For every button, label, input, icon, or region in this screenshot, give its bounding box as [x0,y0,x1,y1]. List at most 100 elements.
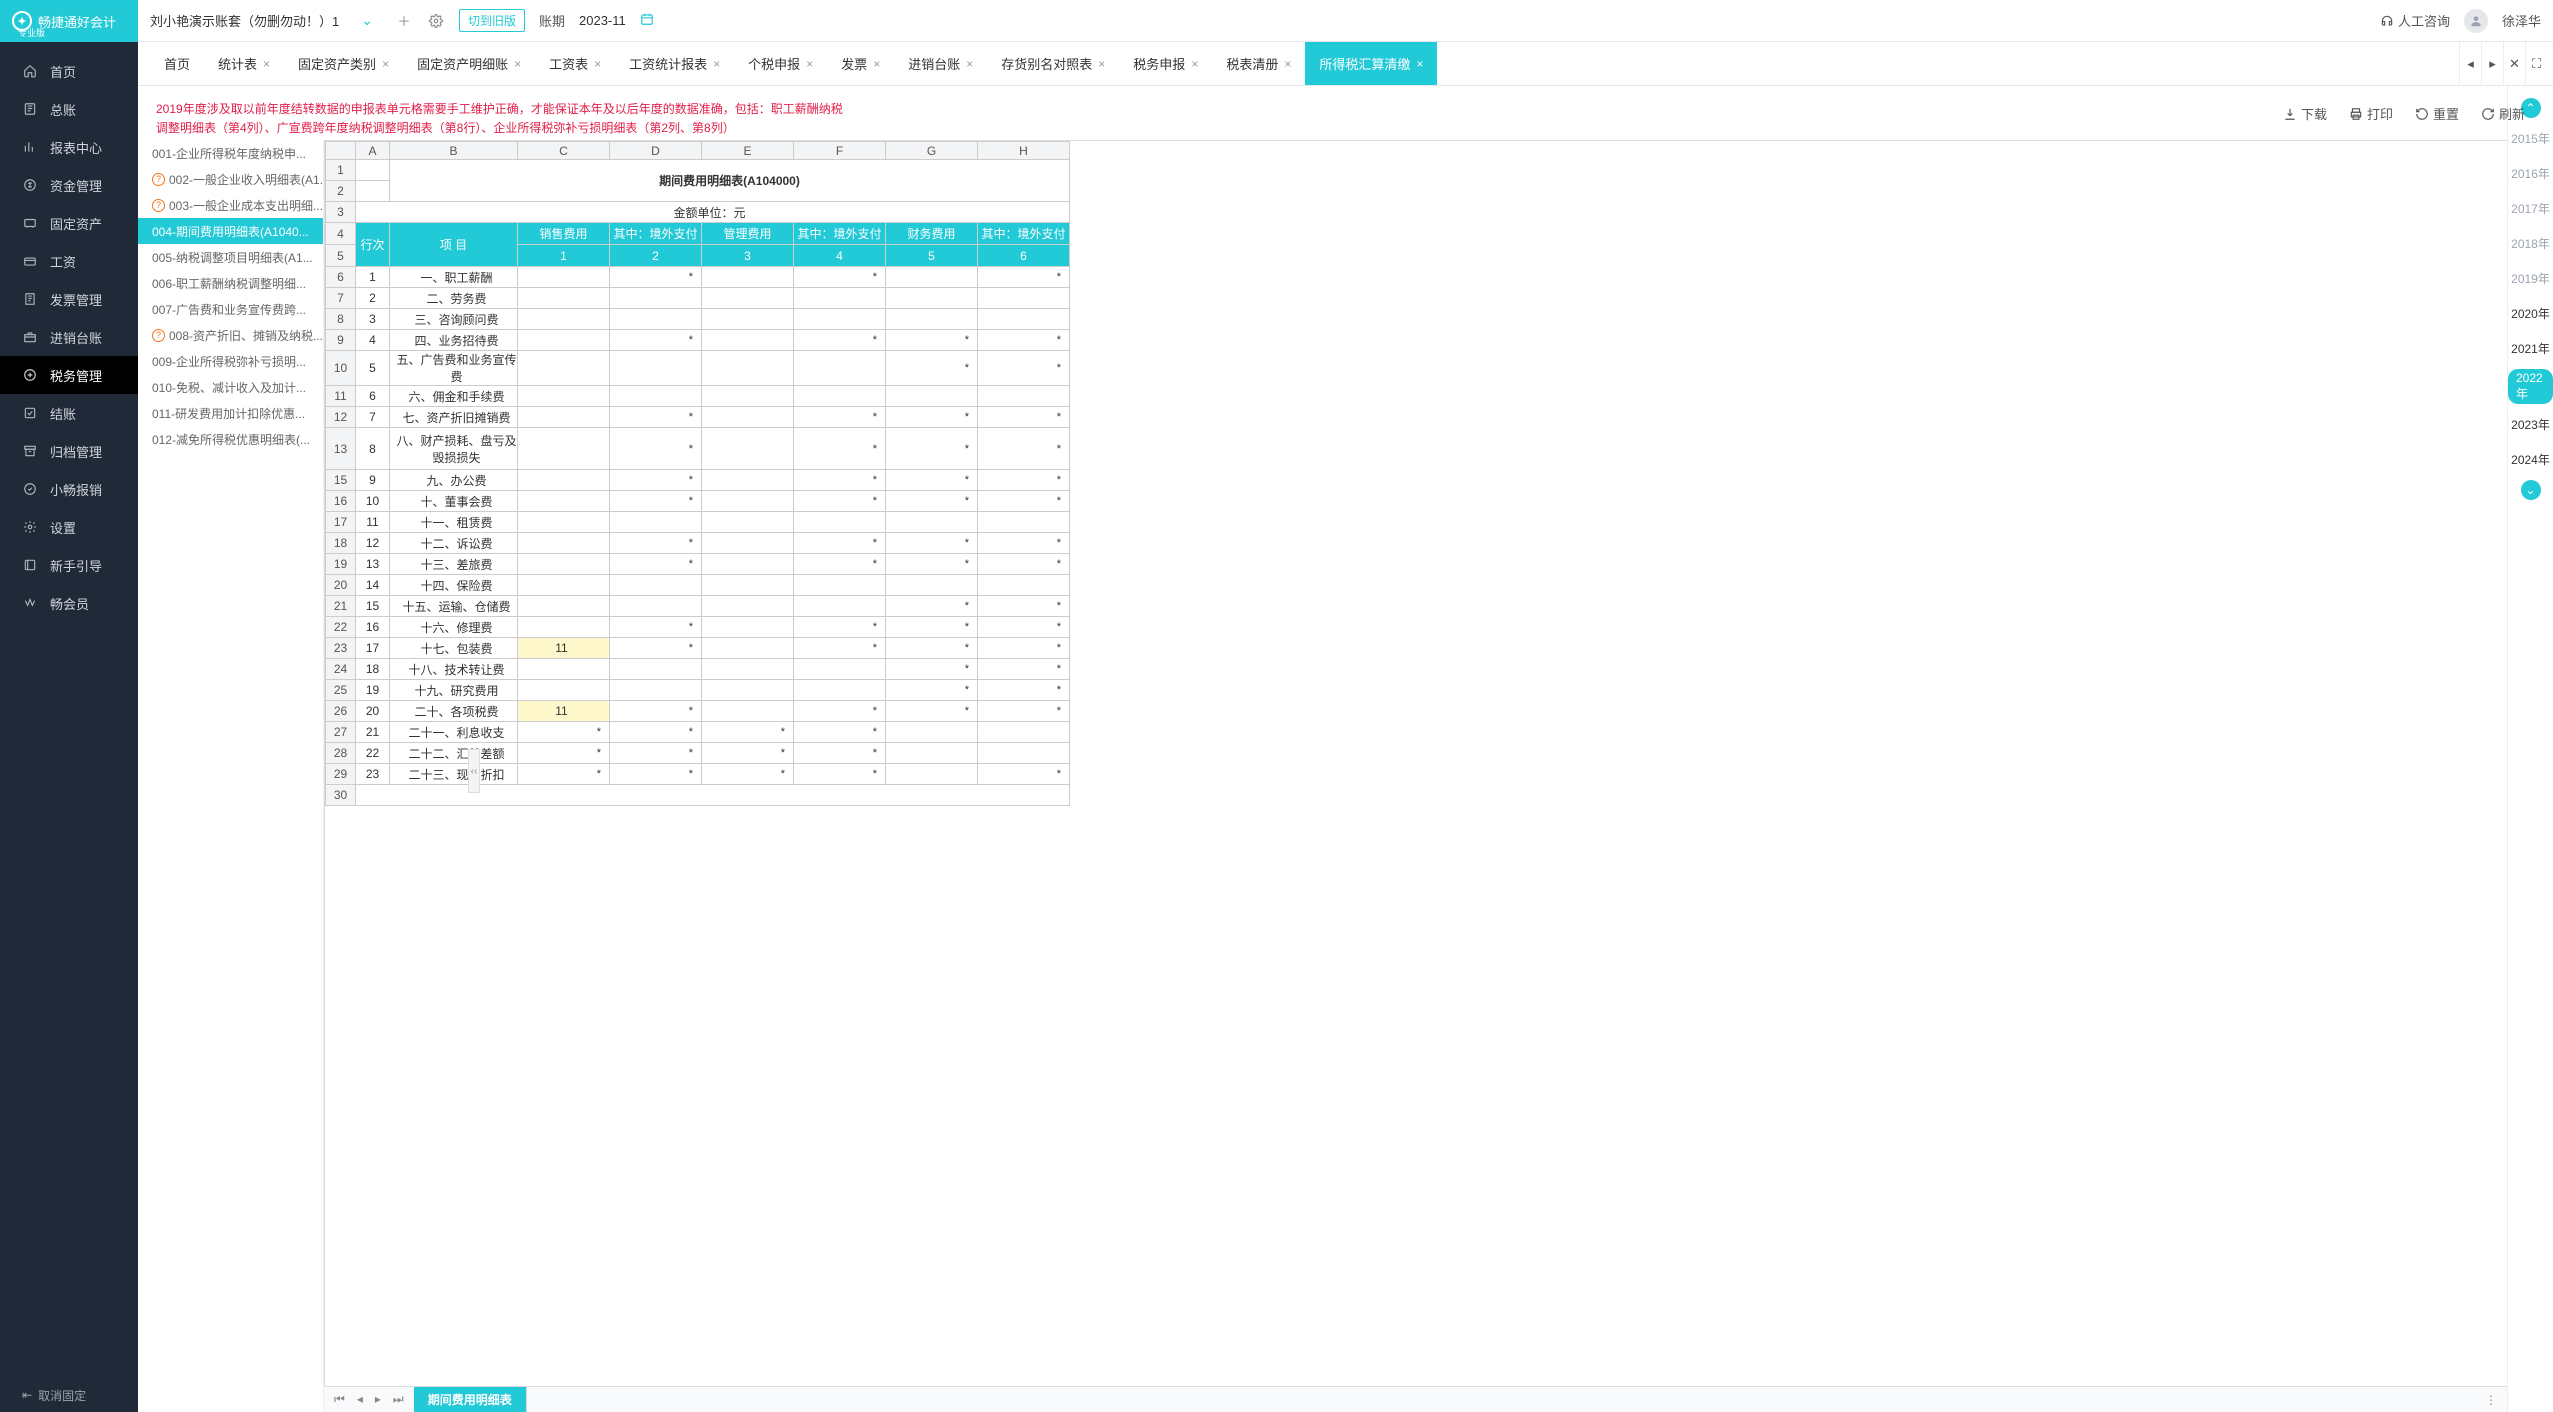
sheet-prev-icon[interactable]: ◂ [353,1392,367,1407]
data-cell[interactable]: 11 [518,701,610,722]
data-cell[interactable] [886,470,978,491]
data-cell[interactable] [978,428,1070,470]
form-list-item[interactable]: 007-广告费和业务宣传费跨... [138,296,323,322]
tab-close-icon[interactable]: ✕ [2503,42,2525,85]
form-list-item[interactable]: ?002-一般企业收入明细表(A1... [138,166,323,192]
data-cell[interactable] [794,330,886,351]
form-list-item[interactable]: ?003-一般企业成本支出明细... [138,192,323,218]
data-cell[interactable] [702,428,794,470]
data-cell[interactable] [518,470,610,491]
data-cell[interactable] [518,596,610,617]
data-cell[interactable] [518,407,610,428]
data-cell[interactable] [702,330,794,351]
data-cell[interactable] [518,428,610,470]
year-item[interactable]: 2018年 [2511,229,2550,258]
year-item[interactable]: 2019年 [2511,264,2550,293]
sheet-last-icon[interactable]: ⏭ [389,1392,408,1407]
data-cell[interactable] [794,701,886,722]
account-selector[interactable]: 刘小艳演示账套（勿删勿动！）1 [150,11,339,30]
data-cell[interactable] [978,470,1070,491]
year-item[interactable]: 2017年 [2511,194,2550,223]
data-cell[interactable] [794,533,886,554]
data-cell[interactable] [702,659,794,680]
data-cell[interactable] [886,680,978,701]
data-cell[interactable] [978,617,1070,638]
gear-icon[interactable] [427,12,445,30]
data-cell[interactable] [518,309,610,330]
data-cell[interactable] [886,533,978,554]
data-cell[interactable] [518,722,610,743]
data-cell[interactable] [978,680,1070,701]
data-cell[interactable] [978,575,1070,596]
data-cell[interactable] [610,330,702,351]
form-list-item[interactable]: 011-研发费用加计扣除优惠... [138,400,323,426]
data-cell[interactable] [978,722,1070,743]
nav-item-report[interactable]: 报表中心 [0,128,138,166]
data-cell[interactable] [610,617,702,638]
data-cell[interactable] [610,701,702,722]
tab[interactable]: 税务申报× [1119,42,1212,85]
nav-item-archive[interactable]: 归档管理 [0,432,138,470]
data-cell[interactable] [518,659,610,680]
nav-item-invoice[interactable]: 发票管理 [0,280,138,318]
data-cell[interactable] [610,659,702,680]
user-name[interactable]: 徐泽华 [2502,11,2541,30]
data-cell[interactable] [886,351,978,386]
data-cell[interactable] [518,386,610,407]
collapse-handle[interactable]: ‹‹ [468,749,480,793]
nav-item-reimburse[interactable]: 小畅报销 [0,470,138,508]
data-cell[interactable] [610,407,702,428]
data-cell[interactable] [702,722,794,743]
data-cell[interactable]: 11 [518,638,610,659]
data-cell[interactable] [794,267,886,288]
sheet-more-icon[interactable]: ⋮ [2485,1393,2507,1407]
data-cell[interactable] [518,288,610,309]
data-cell[interactable] [610,680,702,701]
nav-item-vip[interactable]: 畅会员 [0,584,138,622]
data-cell[interactable] [702,743,794,764]
data-cell[interactable] [610,764,702,785]
tab[interactable]: 工资统计报表× [615,42,734,85]
nav-item-settings[interactable]: 设置 [0,508,138,546]
tab-close-x[interactable]: × [1416,57,1423,71]
data-cell[interactable] [794,575,886,596]
year-item[interactable]: 2021年 [2511,334,2550,363]
data-cell[interactable] [886,575,978,596]
data-cell[interactable] [702,309,794,330]
data-cell[interactable] [978,309,1070,330]
data-cell[interactable] [978,533,1070,554]
tab-close-x[interactable]: × [514,57,521,71]
data-cell[interactable] [886,386,978,407]
form-list-item[interactable]: 009-企业所得税弥补亏损明... [138,348,323,374]
data-cell[interactable] [518,351,610,386]
tab[interactable]: 税表清册× [1212,42,1305,85]
data-cell[interactable] [702,512,794,533]
tab[interactable]: 存货别名对照表× [987,42,1119,85]
data-cell[interactable] [610,596,702,617]
data-cell[interactable] [978,288,1070,309]
tab-close-x[interactable]: × [873,57,880,71]
tab-close-x[interactable]: × [594,57,601,71]
data-cell[interactable] [518,743,610,764]
sheet-tab-active[interactable]: 期间费用明细表 [414,1387,527,1412]
col-header[interactable]: C [518,142,610,160]
tab-close-x[interactable]: × [263,57,270,71]
data-cell[interactable] [978,491,1070,512]
tab[interactable]: 发票× [827,42,894,85]
data-cell[interactable] [794,309,886,330]
data-cell[interactable] [518,554,610,575]
data-cell[interactable] [886,491,978,512]
account-dropdown-icon[interactable]: ⌄ [353,12,381,29]
data-cell[interactable] [518,764,610,785]
data-cell[interactable] [978,659,1070,680]
data-cell[interactable] [610,351,702,386]
data-cell[interactable] [886,407,978,428]
data-cell[interactable] [702,288,794,309]
data-cell[interactable] [886,764,978,785]
data-cell[interactable] [610,309,702,330]
form-list-item[interactable]: 004-期间费用明细表(A1040... [138,218,323,244]
data-cell[interactable] [518,680,610,701]
tab[interactable]: 工资表× [535,42,615,85]
nav-item-fund[interactable]: 资金管理 [0,166,138,204]
data-cell[interactable] [702,533,794,554]
